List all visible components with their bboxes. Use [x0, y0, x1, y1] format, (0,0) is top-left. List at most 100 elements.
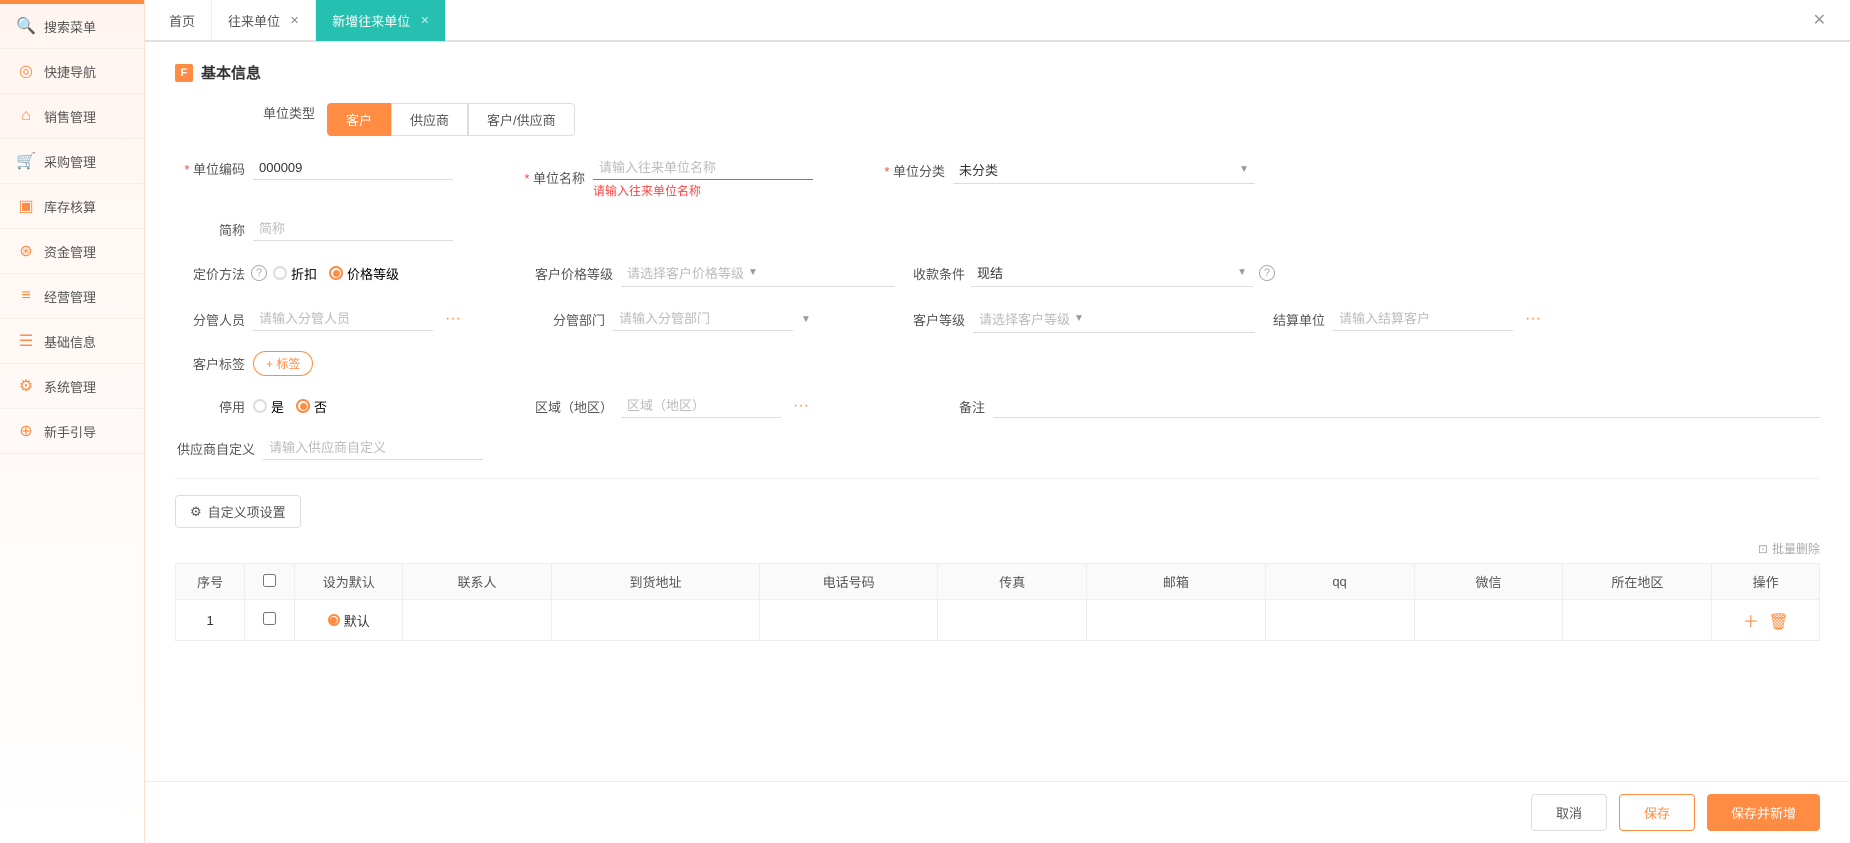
cancel-button[interactable]: 取消	[1531, 794, 1607, 831]
delete-row-button[interactable]: 🗑	[1768, 614, 1788, 631]
unit-type-both[interactable]: 客户/供应商	[468, 103, 575, 136]
price-level-select[interactable]: 请选择客户价格等级 ▼	[621, 259, 895, 287]
disabled-yes-label: 是	[271, 397, 284, 416]
manager-input[interactable]	[253, 307, 433, 331]
cell-fax[interactable]	[938, 600, 1087, 641]
sidebar-item-label: 经营管理	[44, 287, 96, 306]
payment-help-icon[interactable]: ?	[1259, 265, 1275, 281]
tab-home[interactable]: 首页	[153, 0, 212, 41]
gear-icon: ⚙	[190, 504, 202, 520]
batch-delete-label[interactable]: 批量删除	[1772, 540, 1820, 557]
customer-level-select[interactable]: 请选择客户等级 ▼	[973, 305, 1255, 333]
col-email: 邮箱	[1087, 564, 1265, 600]
cell-address[interactable]	[552, 600, 760, 641]
sidebar-item-finance[interactable]: ⊛ 资金管理	[0, 229, 144, 274]
payment-select[interactable]: 现结 ▼	[971, 259, 1253, 287]
select-all-checkbox[interactable]	[263, 574, 276, 587]
main-content: 首页 往来单位 ✕ 新增往来单位 ✕ ✕ F 基本信息 单位类型 客户 供应商 …	[145, 0, 1850, 843]
unit-name-input[interactable]	[593, 156, 813, 180]
add-tag-button[interactable]: + 标签	[253, 351, 313, 376]
save-button[interactable]: 保存	[1619, 794, 1695, 831]
table-row: 1 默认	[176, 600, 1820, 641]
tab-partner[interactable]: 往来单位 ✕	[212, 0, 316, 41]
sidebar-item-purchase[interactable]: 🛒 采购管理	[0, 139, 144, 184]
col-wechat: 微信	[1414, 564, 1563, 600]
cell-region[interactable]	[1563, 600, 1712, 641]
manager-more-icon[interactable]: ···	[445, 310, 461, 328]
unit-type-supplier[interactable]: 供应商	[391, 103, 468, 136]
wechat-input[interactable]	[1448, 613, 1528, 628]
payment-value: 现结	[977, 263, 1233, 282]
cell-qq[interactable]	[1265, 600, 1414, 641]
cell-check[interactable]	[245, 600, 295, 641]
cell-contact[interactable]	[403, 600, 552, 641]
sidebar-item-label: 资金管理	[44, 242, 96, 261]
fax-input[interactable]	[972, 613, 1052, 628]
sidebar-item-label: 销售管理	[44, 107, 96, 126]
email-input[interactable]	[1126, 613, 1226, 628]
field-manager: 分管人员 ···	[175, 307, 535, 331]
cell-wechat[interactable]	[1414, 600, 1563, 641]
tab-partner-close[interactable]: ✕	[290, 14, 299, 27]
field-disabled: 停用 是 否	[175, 397, 535, 416]
section-icon: F	[175, 64, 193, 82]
cell-default[interactable]: 默认	[295, 600, 403, 641]
region-label: 区域（地区）	[535, 397, 613, 416]
save-and-new-button[interactable]: 保存并新增	[1707, 794, 1820, 831]
unit-category-select[interactable]: 未分类 ▼	[953, 156, 1255, 184]
pricing-level-label: 价格等级	[347, 264, 399, 283]
address-input[interactable]	[595, 613, 715, 628]
sidebar-item-quick-nav[interactable]: ◎ 快捷导航	[0, 49, 144, 94]
default-radio[interactable]	[328, 614, 340, 626]
add-row-button[interactable]: ＋	[1743, 614, 1759, 631]
unit-code-label: 单位编码	[175, 159, 245, 178]
remark-label: 备注	[915, 397, 985, 416]
main-close-button[interactable]: ✕	[1797, 10, 1842, 30]
region-more-icon[interactable]: ···	[793, 397, 809, 415]
supplier-custom-input[interactable]	[263, 436, 483, 460]
sidebar-item-inventory[interactable]: ▣ 库存核算	[0, 184, 144, 229]
search-icon: 🔍	[16, 16, 36, 36]
tab-new-partner-label: 新增往来单位	[332, 11, 410, 30]
sidebar-item-search[interactable]: 🔍 搜索菜单	[0, 4, 144, 49]
default-label: 默认	[344, 611, 370, 630]
sidebar-item-label: 基础信息	[44, 332, 96, 351]
qq-input[interactable]	[1300, 613, 1380, 628]
custom-settings-button[interactable]: ⚙ 自定义项设置	[175, 495, 301, 528]
cell-email[interactable]	[1087, 600, 1265, 641]
pricing-radio-level[interactable]: 价格等级	[329, 264, 399, 283]
tab-home-label: 首页	[169, 11, 195, 30]
tab-new-partner[interactable]: 新增往来单位 ✕	[316, 0, 446, 41]
sidebar-item-system[interactable]: ⚙ 系统管理	[0, 364, 144, 409]
col-qq: qq	[1265, 564, 1414, 600]
region-cell-input[interactable]	[1597, 613, 1677, 628]
pricing-radio-discount[interactable]: 折扣	[273, 264, 317, 283]
unit-code-input[interactable]	[253, 156, 453, 180]
pricing-help-icon[interactable]: ?	[251, 265, 267, 281]
sidebar-item-basics[interactable]: ☰ 基础信息	[0, 319, 144, 364]
unit-type-row: 单位类型 客户 供应商 客户/供应商	[175, 103, 1820, 136]
sidebar-item-label: 快捷导航	[44, 62, 96, 81]
remark-input[interactable]	[993, 394, 1820, 418]
unit-type-customer[interactable]: 客户	[327, 103, 391, 136]
settlement-more-icon[interactable]: ···	[1525, 310, 1541, 328]
sidebar-item-sales[interactable]: ⌂ 销售管理	[0, 94, 144, 139]
row-code-name-category: 单位编码 单位名称 请输入往来单位名称 单位分类 未分类 ▼	[175, 156, 1820, 199]
tag-label: 客户标签	[175, 354, 245, 373]
sidebar-item-operations[interactable]: ≡ 经营管理	[0, 274, 144, 319]
disabled-radio-yes[interactable]: 是	[253, 397, 284, 416]
cell-phone[interactable]	[759, 600, 937, 641]
form-content: F 基本信息 单位类型 客户 供应商 客户/供应商 单位编码 单位名称	[145, 42, 1850, 781]
dept-input[interactable]	[613, 307, 793, 331]
row-checkbox[interactable]	[263, 612, 276, 625]
region-input[interactable]	[621, 394, 781, 418]
tab-new-partner-close[interactable]: ✕	[420, 14, 429, 27]
settlement-input[interactable]	[1333, 307, 1513, 331]
disabled-radio-no[interactable]: 否	[296, 397, 327, 416]
form-footer: 取消 保存 保存并新增	[145, 781, 1850, 843]
abbr-input[interactable]	[253, 217, 453, 241]
sidebar-item-guide[interactable]: ⊕ 新手引导	[0, 409, 144, 454]
contact-input[interactable]	[437, 613, 517, 628]
sidebar-item-label: 采购管理	[44, 152, 96, 171]
phone-input[interactable]	[799, 613, 899, 628]
